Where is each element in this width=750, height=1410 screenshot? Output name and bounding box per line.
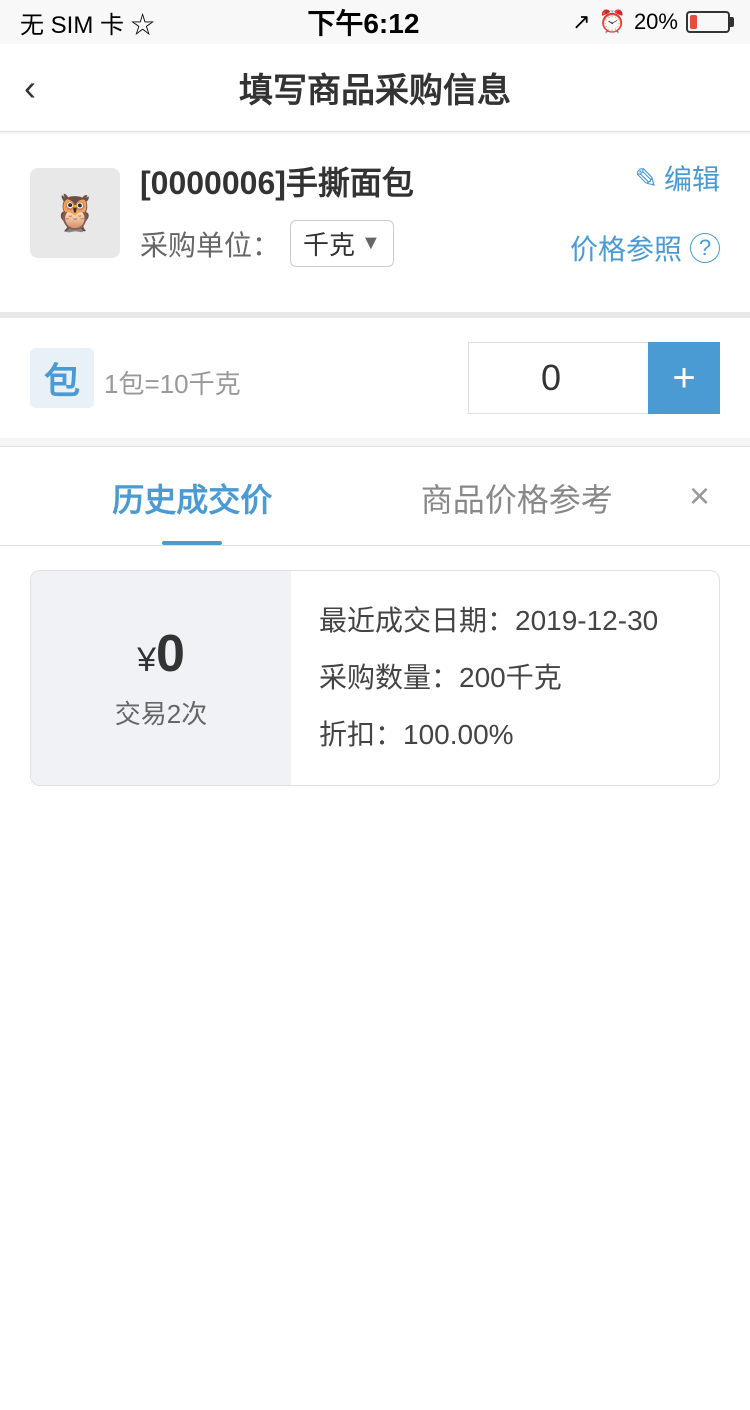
history-details-section: 最近成交日期：2019-12-30 采购数量：200千克 折扣：100.00%: [291, 571, 719, 785]
nav-bar: ‹ 填写商品采购信息: [0, 44, 750, 132]
tabs-row: 历史成交价 商品价格参考 ×: [0, 447, 750, 546]
tab-price-reference[interactable]: 商品价格参考: [354, 447, 678, 545]
discount: 折扣：100.00%: [319, 715, 691, 754]
location-icon: ↗: [572, 9, 590, 35]
status-left: 无 SIM 卡 ☆: [20, 5, 155, 40]
history-card: ¥0 交易2次 最近成交日期：2019-12-30 采购数量：200千克 折扣：…: [30, 570, 720, 786]
status-time: 下午6:12: [307, 2, 419, 42]
quantity-plus-button[interactable]: +: [648, 342, 720, 414]
currency-symbol: ¥: [137, 641, 156, 679]
product-name: [0000006]手撕面包: [140, 158, 414, 204]
status-bar: 无 SIM 卡 ☆ 下午6:12 ↗ ⏰ 20%: [0, 0, 750, 44]
main-body: [0, 810, 750, 1410]
quantity-unit: 包: [30, 348, 94, 408]
history-price-value: ¥0: [137, 624, 185, 684]
quantity-input[interactable]: [468, 342, 648, 414]
unit-selector[interactable]: 千克 ▼: [290, 220, 394, 267]
edit-label: 编辑: [664, 158, 720, 198]
history-list: ¥0 交易2次 最近成交日期：2019-12-30 采购数量：200千克 折扣：…: [0, 546, 750, 810]
quantity-control: +: [468, 342, 720, 414]
product-left: 🦉 [0000006]手撕面包 采购单位： 千克 ▼: [30, 158, 414, 267]
unit-row: 采购单位： 千克 ▼: [140, 220, 414, 267]
sim-status: 无 SIM 卡 ☆: [20, 5, 155, 40]
price-reference-button[interactable]: 价格参照 ?: [570, 228, 720, 268]
purchase-unit-label: 采购单位：: [140, 224, 280, 264]
edit-icon: ✎: [635, 162, 658, 195]
back-button[interactable]: ‹: [24, 67, 36, 109]
unit-value: 千克: [303, 225, 355, 262]
page-title: 填写商品采购信息: [239, 63, 511, 112]
price-panel: 历史成交价 商品价格参考 × ¥0 交易2次 最近成交日期：2019-12-30…: [0, 446, 750, 810]
edit-button[interactable]: ✎ 编辑: [635, 158, 720, 198]
battery-percent: 20%: [634, 9, 678, 35]
alarm-icon: ⏰: [599, 9, 626, 35]
tab-history-price[interactable]: 历史成交价: [30, 447, 354, 545]
quantity-conversion: 1包=10千克: [104, 364, 241, 401]
quantity-row: 包 1包=10千克 +: [0, 318, 750, 438]
product-right: ✎ 编辑 价格参照 ?: [570, 158, 720, 268]
help-icon: ?: [690, 233, 720, 263]
product-card: 🦉 [0000006]手撕面包 采购单位： 千克 ▼ ✎ 编辑 价格参照: [0, 134, 750, 312]
product-thumbnail-icon: 🦉: [53, 192, 98, 234]
price-ref-label: 价格参照: [570, 228, 682, 268]
history-price-section: ¥0 交易2次: [31, 571, 291, 785]
product-image: 🦉: [30, 168, 120, 258]
status-right: ↗ ⏰ 20%: [572, 9, 730, 35]
recent-date: 最近成交日期：2019-12-30: [319, 601, 691, 640]
transaction-count: 交易2次: [115, 694, 207, 731]
product-info: [0000006]手撕面包 采购单位： 千克 ▼: [140, 158, 414, 267]
close-panel-button[interactable]: ×: [679, 465, 720, 527]
price-number: 0: [156, 625, 185, 683]
purchase-quantity: 采购数量：200千克: [319, 658, 691, 697]
quantity-label: 包 1包=10千克: [30, 348, 241, 408]
battery-icon: [686, 11, 730, 33]
dropdown-arrow-icon: ▼: [361, 232, 381, 255]
